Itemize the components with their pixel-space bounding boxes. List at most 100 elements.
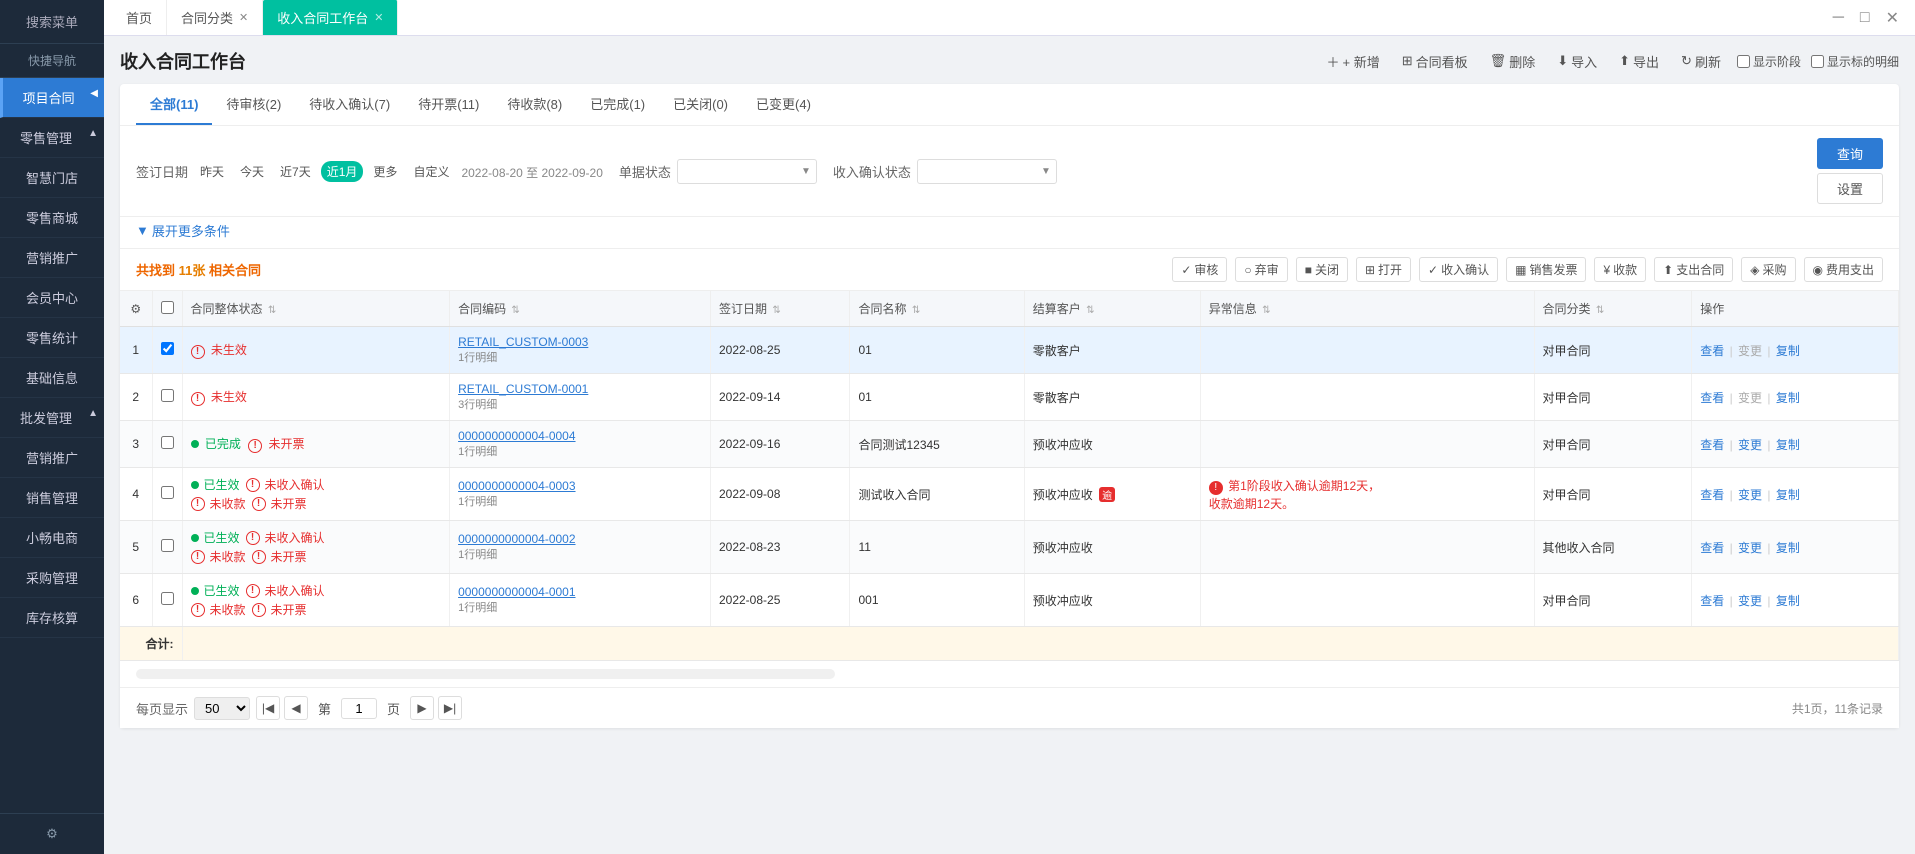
row2-copy-btn[interactable]: 复制	[1776, 391, 1800, 405]
toolbar-show-stage-checkbox[interactable]: 显示阶段	[1737, 53, 1801, 70]
page-first-btn[interactable]: |◀	[256, 696, 280, 720]
row3-view-btn[interactable]: 查看	[1700, 438, 1724, 452]
row2-view-btn[interactable]: 查看	[1700, 391, 1724, 405]
row4-check-input[interactable]	[161, 486, 174, 499]
row2-check-input[interactable]	[161, 389, 174, 402]
row2-change-btn[interactable]: 变更	[1738, 391, 1762, 405]
tab-income-workbench-close[interactable]: ✕	[374, 11, 383, 24]
page-last-btn[interactable]: ▶|	[438, 696, 462, 720]
col-contract-code-header[interactable]: 合同编码 ⇅	[450, 291, 711, 327]
toolbar-refresh-btn[interactable]: ↻ 刷新	[1675, 50, 1727, 73]
row1-copy-btn[interactable]: 复制	[1776, 344, 1800, 358]
page-prev-btn[interactable]: ◀	[284, 696, 308, 720]
show-label-input[interactable]	[1811, 55, 1824, 68]
col-overall-status-header[interactable]: 合同整体状态 ⇅	[182, 291, 450, 327]
row4-change-btn[interactable]: 变更	[1738, 488, 1762, 502]
toolbar-delete-btn[interactable]: 🗑 删除	[1484, 50, 1542, 73]
window-maximize-btn[interactable]: □	[1852, 9, 1878, 27]
row6-code-link[interactable]: 0000000000004-0001	[458, 585, 575, 599]
status-tab-completed[interactable]: 已完成(1)	[576, 84, 659, 125]
row5-checkbox[interactable]	[152, 521, 182, 574]
set-button[interactable]: 设置	[1817, 173, 1883, 204]
sidebar-settings[interactable]: ⚙	[0, 813, 104, 854]
row5-change-btn[interactable]: 变更	[1738, 541, 1762, 555]
row4-code-link[interactable]: 0000000000004-0003	[458, 479, 575, 493]
row1-check-input[interactable]	[161, 342, 174, 355]
row1-checkbox[interactable]	[152, 327, 182, 374]
sidebar-item-retail-mgmt[interactable]: 零售管理 ▲	[0, 118, 104, 158]
sidebar-item-purchase[interactable]: 采购管理	[0, 558, 104, 598]
action-income-confirm-btn[interactable]: ✓ 收入确认	[1419, 257, 1498, 282]
row5-check-input[interactable]	[161, 539, 174, 552]
expand-conditions-btn[interactable]: ▼ 展开更多条件	[136, 221, 1883, 240]
row3-check-input[interactable]	[161, 436, 174, 449]
toolbar-show-label-checkbox[interactable]: 显示标的明细	[1811, 53, 1899, 70]
sidebar-item-ecommerce[interactable]: 小畅电商	[0, 518, 104, 558]
date-shortcut-1month[interactable]: 近1月	[321, 161, 364, 182]
filter-income-confirm-select[interactable]	[917, 159, 1057, 184]
row6-view-btn[interactable]: 查看	[1700, 594, 1724, 608]
date-shortcut-today[interactable]: 今天	[234, 161, 270, 182]
date-shortcut-yesterday[interactable]: 昨天	[194, 161, 230, 182]
sidebar-item-project[interactable]: 项目合同 ◀	[0, 78, 104, 118]
row6-change-btn[interactable]: 变更	[1738, 594, 1762, 608]
row5-view-btn[interactable]: 查看	[1700, 541, 1724, 555]
action-purchase-btn[interactable]: ◈ 采购	[1741, 257, 1795, 282]
row3-copy-btn[interactable]: 复制	[1776, 438, 1800, 452]
page-size-select[interactable]: 50 20 100 200	[194, 697, 250, 720]
status-tab-pending-confirm[interactable]: 待收入确认(7)	[295, 84, 404, 125]
row2-code-link[interactable]: RETAIL_CUSTOM-0001	[458, 382, 588, 396]
row1-code-link[interactable]: RETAIL_CUSTOM-0003	[458, 335, 588, 349]
toolbar-import-btn[interactable]: ⬇ 导入	[1551, 50, 1603, 73]
action-out-contract-btn[interactable]: ⬆ 支出合同	[1654, 257, 1733, 282]
row3-change-btn[interactable]: 变更	[1738, 438, 1762, 452]
sidebar-item-inventory[interactable]: 库存核算	[0, 598, 104, 638]
date-shortcut-7days[interactable]: 近7天	[274, 161, 317, 182]
sidebar-item-member[interactable]: 会员中心	[0, 278, 104, 318]
sidebar-item-smart-store[interactable]: 智慧门店	[0, 158, 104, 198]
row2-checkbox[interactable]	[152, 374, 182, 421]
toolbar-kanban-btn[interactable]: ⊞ 合同看板	[1396, 50, 1474, 73]
tab-contract-category-close[interactable]: ✕	[239, 11, 248, 24]
page-current-input[interactable]	[341, 698, 377, 719]
tab-income-workbench[interactable]: 收入合同工作台 ✕	[263, 0, 398, 35]
select-all-checkbox[interactable]	[161, 301, 174, 314]
row4-checkbox[interactable]	[152, 468, 182, 521]
status-tab-closed[interactable]: 已关闭(0)	[659, 84, 742, 125]
row5-code-link[interactable]: 0000000000004-0002	[458, 532, 575, 546]
status-tab-pending-invoice[interactable]: 待开票(11)	[404, 84, 493, 125]
tab-contract-category[interactable]: 合同分类 ✕	[167, 0, 263, 35]
window-minimize-btn[interactable]: ─	[1825, 9, 1852, 27]
horizontal-scrollbar[interactable]	[136, 669, 835, 679]
date-shortcut-custom[interactable]: 自定义	[407, 161, 455, 182]
sidebar-item-sales-mgmt[interactable]: 销售管理	[0, 478, 104, 518]
window-close-btn[interactable]: ✕	[1878, 8, 1907, 28]
filter-doc-status-select[interactable]	[677, 159, 817, 184]
page-next-btn[interactable]: ▶	[410, 696, 434, 720]
col-sign-date-header[interactable]: 签订日期 ⇅	[710, 291, 849, 327]
col-settings-header[interactable]: ⚙	[120, 291, 152, 327]
sidebar-nav[interactable]: 快捷导航	[0, 44, 104, 78]
row4-copy-btn[interactable]: 复制	[1776, 488, 1800, 502]
query-button[interactable]: 查询	[1817, 138, 1883, 169]
col-contract-name-header[interactable]: 合同名称 ⇅	[850, 291, 1024, 327]
row6-check-input[interactable]	[161, 592, 174, 605]
sidebar-item-marketing2[interactable]: 营销推广	[0, 438, 104, 478]
toolbar-export-btn[interactable]: ⬆ 导出	[1613, 50, 1665, 73]
action-expense-btn[interactable]: ◉ 费用支出	[1804, 257, 1884, 282]
status-tab-changed[interactable]: 已变更(4)	[742, 84, 825, 125]
sidebar-search[interactable]: 搜索菜单	[0, 0, 104, 44]
row5-copy-btn[interactable]: 复制	[1776, 541, 1800, 555]
toolbar-add-btn[interactable]: ＋ + 新增	[1321, 50, 1386, 73]
status-tab-pending-review[interactable]: 待审核(2)	[212, 84, 295, 125]
status-tab-pending-payment[interactable]: 待收款(8)	[493, 84, 576, 125]
row1-view-btn[interactable]: 查看	[1700, 344, 1724, 358]
sidebar-item-marketing[interactable]: 营销推广	[0, 238, 104, 278]
sidebar-item-retail-commerce[interactable]: 零售商城	[0, 198, 104, 238]
action-abandon-btn[interactable]: ○ 弃审	[1235, 257, 1287, 282]
sidebar-item-retail-stats[interactable]: 零售统计	[0, 318, 104, 358]
show-stage-input[interactable]	[1737, 55, 1750, 68]
row4-view-btn[interactable]: 查看	[1700, 488, 1724, 502]
tab-home[interactable]: 首页	[112, 0, 167, 35]
row6-checkbox[interactable]	[152, 574, 182, 627]
